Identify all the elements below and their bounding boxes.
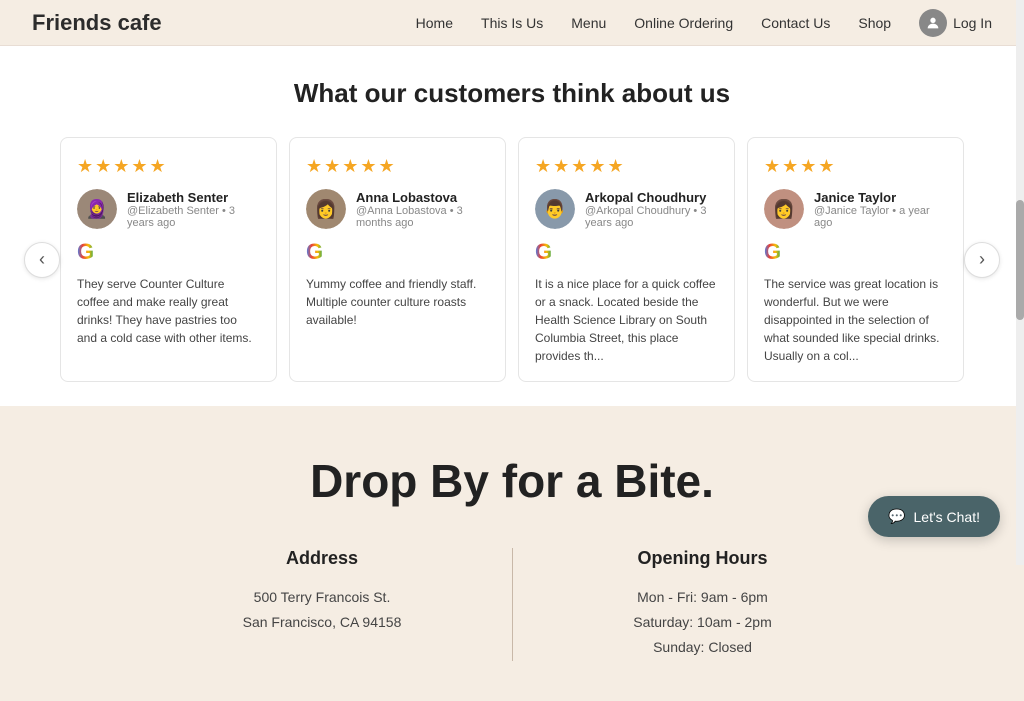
nav-menu[interactable]: Menu [571, 15, 606, 31]
stars-2: ★★★★★ [306, 156, 489, 177]
hours-title: Opening Hours [545, 548, 860, 569]
reviews-title: What our customers think about us [24, 78, 1000, 109]
reviewer-name-3: Arkopal Choudhury [585, 190, 718, 205]
review-card-1: ★★★★★ 🧕 Elizabeth Senter @Elizabeth Sent… [60, 137, 277, 382]
avatar-4: 👩 [764, 189, 804, 229]
review-text-3: It is a nice place for a quick coffee or… [535, 275, 718, 365]
review-card-2: ★★★★★ 👩 Anna Lobastova @Anna Lobastova •… [289, 137, 506, 382]
reviewer-handle-2: @Anna Lobastova • 3 months ago [356, 205, 489, 229]
stars-3: ★★★★★ [535, 156, 718, 177]
reviewer-details-4: Janice Taylor @Janice Taylor • a year ag… [814, 190, 947, 229]
header: Friends cafe Home This Is Us Menu Online… [0, 0, 1024, 46]
review-text-1: They serve Counter Culture coffee and ma… [77, 275, 260, 347]
reviewer-details-1: Elizabeth Senter @Elizabeth Senter • 3 y… [127, 190, 260, 229]
chat-button[interactable]: 💬 Let's Chat! [868, 496, 1000, 537]
login-label: Log In [953, 15, 992, 31]
avatar-circle-3: 👨 [535, 189, 575, 229]
reviewer-info-2: 👩 Anna Lobastova @Anna Lobastova • 3 mon… [306, 189, 489, 229]
scrollbar-thumb [1016, 200, 1024, 320]
review-card-3: ★★★★★ 👨 Arkopal Choudhury @Arkopal Choud… [518, 137, 735, 382]
avatar-3: 👨 [535, 189, 575, 229]
reviewer-info-1: 🧕 Elizabeth Senter @Elizabeth Senter • 3… [77, 189, 260, 229]
hours-mon-fri: Mon - Fri: 9am - 6pm [545, 585, 860, 610]
nav-contact-us[interactable]: Contact Us [761, 15, 830, 31]
reviewer-handle-3: @Arkopal Choudhury • 3 years ago [585, 205, 718, 229]
google-logo-4: G [764, 239, 947, 265]
dropby-title: Drop By for a Bite. [32, 454, 992, 508]
user-icon [919, 9, 947, 37]
address-line1: 500 Terry Francois St. [164, 585, 480, 610]
reviewer-handle-1: @Elizabeth Senter • 3 years ago [127, 205, 260, 229]
review-text-4: The service was great location is wonder… [764, 275, 947, 365]
reviewer-details-2: Anna Lobastova @Anna Lobastova • 3 month… [356, 190, 489, 229]
nav-shop[interactable]: Shop [858, 15, 891, 31]
hours-saturday: Saturday: 10am - 2pm [545, 610, 860, 635]
address-title: Address [164, 548, 480, 569]
avatar-circle-2: 👩 [306, 189, 346, 229]
google-logo-1: G [77, 239, 260, 265]
main-nav: Home This Is Us Menu Online Ordering Con… [416, 9, 992, 37]
chat-icon: 💬 [888, 508, 905, 525]
carousel-prev-button[interactable]: ‹ [24, 242, 60, 278]
reviewer-details-3: Arkopal Choudhury @Arkopal Choudhury • 3… [585, 190, 718, 229]
reviewer-name-1: Elizabeth Senter [127, 190, 260, 205]
review-card-4: ★★★★ 👩 Janice Taylor @Janice Taylor • a … [747, 137, 964, 382]
reviewer-name-2: Anna Lobastova [356, 190, 489, 205]
reviewer-handle-4: @Janice Taylor • a year ago [814, 205, 947, 229]
stars-4: ★★★★ [764, 156, 947, 177]
hours-sunday: Sunday: Closed [545, 635, 860, 660]
avatar-circle-4: 👩 [764, 189, 804, 229]
nav-home[interactable]: Home [416, 15, 453, 31]
reviews-grid: ★★★★★ 🧕 Elizabeth Senter @Elizabeth Sent… [60, 137, 964, 382]
avatar-circle-1: 🧕 [77, 189, 117, 229]
nav-online-ordering[interactable]: Online Ordering [634, 15, 733, 31]
nav-this-is-us[interactable]: This Is Us [481, 15, 543, 31]
chat-label: Let's Chat! [914, 509, 981, 525]
reviews-section: What our customers think about us ‹ ★★★★… [0, 46, 1024, 406]
dropby-section: Drop By for a Bite. Address 500 Terry Fr… [0, 406, 1024, 701]
reviewer-name-4: Janice Taylor [814, 190, 947, 205]
login-button[interactable]: Log In [919, 9, 992, 37]
logo-brand: Friends [32, 10, 111, 35]
reviewer-info-3: 👨 Arkopal Choudhury @Arkopal Choudhury •… [535, 189, 718, 229]
reviews-carousel: ‹ ★★★★★ 🧕 Elizabeth Senter @Elizabeth Se… [24, 137, 1000, 382]
stars-1: ★★★★★ [77, 156, 260, 177]
avatar-1: 🧕 [77, 189, 117, 229]
address-line2: San Francisco, CA 94158 [164, 610, 480, 635]
review-text-2: Yummy coffee and friendly staff. Multipl… [306, 275, 489, 329]
avatar-2: 👩 [306, 189, 346, 229]
google-logo-3: G [535, 239, 718, 265]
carousel-next-button[interactable]: › [964, 242, 1000, 278]
google-logo-2: G [306, 239, 489, 265]
logo-suffix: cafe [111, 10, 161, 35]
reviewer-info-4: 👩 Janice Taylor @Janice Taylor • a year … [764, 189, 947, 229]
scrollbar[interactable] [1016, 0, 1024, 565]
logo: Friends cafe [32, 10, 162, 36]
